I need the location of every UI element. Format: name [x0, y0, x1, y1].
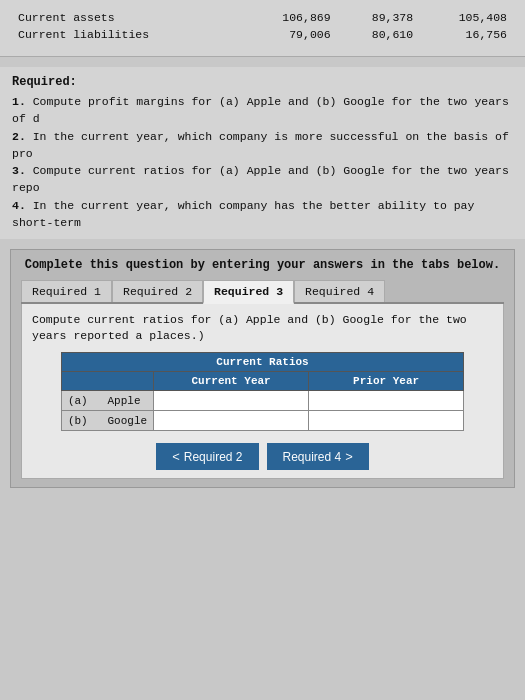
apple-prior-year-cell — [309, 391, 464, 411]
required-list: 1. Compute profit margins for (a) Apple … — [12, 93, 513, 231]
complete-title: Complete this question by entering your … — [21, 258, 504, 272]
top-section: Current assets 106,869 89,378 105,408 Cu… — [0, 0, 525, 57]
item-num: 1. — [12, 95, 33, 108]
google-prior-year-cell — [309, 411, 464, 431]
cr-current-year-header: Current Year — [154, 372, 309, 391]
cr-prior-year-header: Prior Year — [309, 372, 464, 391]
required-section: Required: 1. Compute profit margins for … — [0, 67, 525, 239]
apple-current-year-input[interactable] — [162, 394, 300, 406]
tab-required2[interactable]: Required 2 — [112, 280, 203, 302]
cr-main-header: Current Ratios — [61, 353, 463, 372]
tab-required1[interactable]: Required 1 — [21, 280, 112, 302]
prev-button-label: Required 2 — [184, 450, 243, 464]
row-col1: 106,869 — [243, 10, 335, 25]
required-title: Required: — [12, 75, 513, 89]
list-item: 3. Compute current ratios for (a) Apple … — [12, 162, 513, 197]
table-row: (a) Apple — [61, 391, 463, 411]
nav-buttons: < Required 2 Required 4 > — [32, 443, 493, 470]
item-text: In the current year, which company has t… — [12, 199, 474, 229]
item-num: 3. — [12, 164, 33, 177]
row-label: Current liabilities — [14, 27, 241, 42]
item-num: 2. — [12, 130, 33, 143]
prev-button[interactable]: < Required 2 — [156, 443, 258, 470]
row-label: Current assets — [14, 10, 241, 25]
apple-label: (a) Apple — [61, 391, 153, 411]
row-col1: 79,006 — [243, 27, 335, 42]
list-item: 4. In the current year, which company ha… — [12, 197, 513, 232]
row-col2: 80,610 — [337, 27, 418, 42]
table-row: Current assets 106,869 89,378 105,408 — [14, 10, 511, 25]
item-num: 4. — [12, 199, 33, 212]
next-button[interactable]: Required 4 > — [267, 443, 369, 470]
google-current-year-cell — [154, 411, 309, 431]
apple-current-year-cell — [154, 391, 309, 411]
table-row: (b) Google — [61, 411, 463, 431]
google-prior-year-input[interactable] — [317, 414, 455, 426]
list-item: 1. Compute profit margins for (a) Apple … — [12, 93, 513, 128]
current-ratios-table: Current Ratios Current Year Prior Year (… — [61, 352, 464, 431]
item-text: In the current year, which company is mo… — [12, 130, 509, 160]
item-text: Compute current ratios for (a) Apple and… — [12, 164, 509, 194]
google-current-year-input[interactable] — [162, 414, 300, 426]
list-item: 2. In the current year, which company is… — [12, 128, 513, 163]
row-col3: 105,408 — [419, 10, 511, 25]
next-arrow-icon: > — [345, 449, 353, 464]
tab3-instruction: Compute current ratios for (a) Apple and… — [32, 312, 493, 344]
main-wrapper: Current assets 106,869 89,378 105,408 Cu… — [0, 0, 525, 508]
financials-table: Current assets 106,869 89,378 105,408 Cu… — [12, 8, 513, 44]
prev-arrow-icon: < — [172, 449, 180, 464]
apple-prior-year-input[interactable] — [317, 394, 455, 406]
tab-required4[interactable]: Required 4 — [294, 280, 385, 302]
row-col3: 16,756 — [419, 27, 511, 42]
cr-header-row: Current Ratios — [61, 353, 463, 372]
complete-box: Complete this question by entering your … — [10, 249, 515, 488]
cr-subheader-row: Current Year Prior Year — [61, 372, 463, 391]
current-ratios-container: Current Ratios Current Year Prior Year (… — [32, 352, 493, 431]
tabs-row: Required 1 Required 2 Required 3 Require… — [21, 280, 504, 304]
table-row: Current liabilities 79,006 80,610 16,756 — [14, 27, 511, 42]
row-col2: 89,378 — [337, 10, 418, 25]
tab3-content: Compute current ratios for (a) Apple and… — [21, 304, 504, 479]
google-label: (b) Google — [61, 411, 153, 431]
tab-required3[interactable]: Required 3 — [203, 280, 294, 304]
item-text: Compute profit margins for (a) Apple and… — [12, 95, 509, 125]
next-button-label: Required 4 — [283, 450, 342, 464]
cr-label-header — [61, 372, 153, 391]
